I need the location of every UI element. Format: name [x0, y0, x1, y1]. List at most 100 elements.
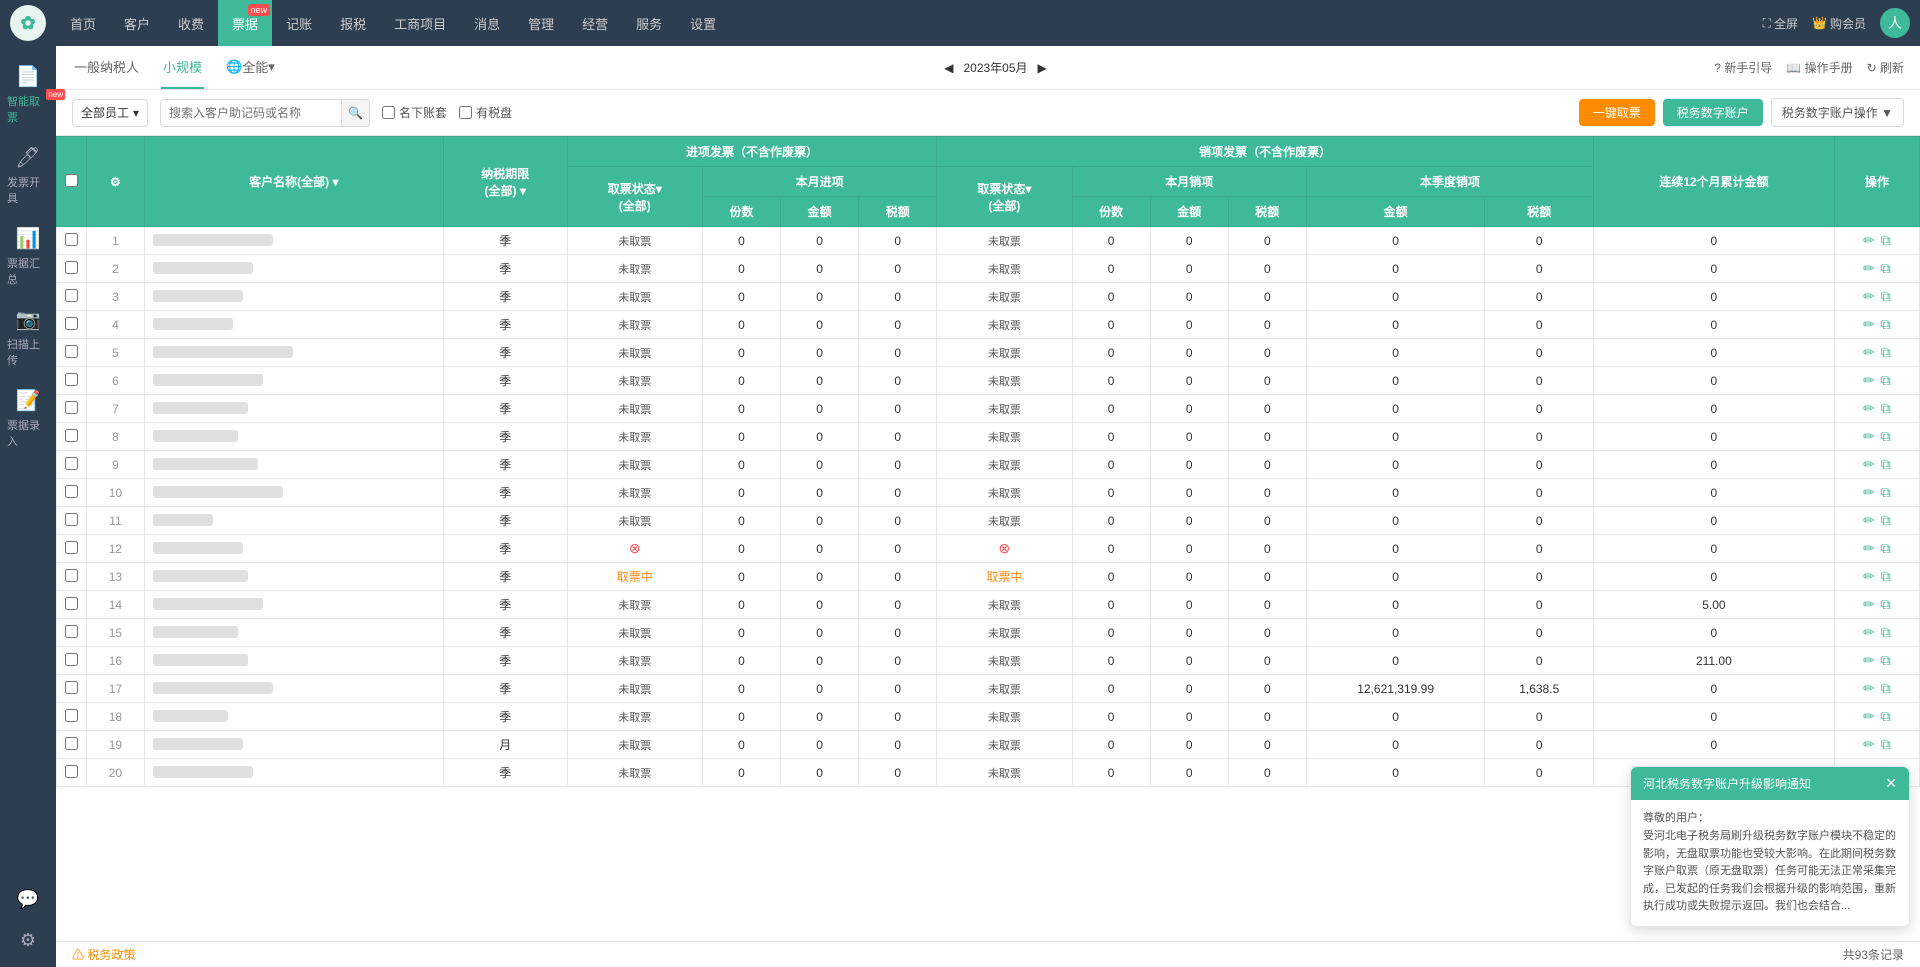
row-select-checkbox[interactable] — [65, 597, 78, 610]
copy-icon[interactable]: ⧉ — [1881, 624, 1891, 641]
col-checkbox[interactable] — [57, 137, 87, 227]
row-select-checkbox[interactable] — [65, 569, 78, 582]
edit-icon[interactable]: ✏ — [1863, 260, 1875, 277]
row-checkbox[interactable] — [57, 339, 87, 367]
nav-service[interactable]: 服务 — [622, 0, 676, 46]
edit-icon[interactable]: ✏ — [1863, 344, 1875, 361]
copy-icon[interactable]: ⧉ — [1881, 456, 1891, 473]
copy-icon[interactable]: ⧉ — [1881, 316, 1891, 333]
vip-btn[interactable]: 👑 购会员 — [1812, 15, 1866, 32]
nav-manage[interactable]: 管理 — [514, 0, 568, 46]
edit-icon[interactable]: ✏ — [1863, 372, 1875, 389]
row-select-checkbox[interactable] — [65, 401, 78, 414]
manual-btn[interactable]: 📖 操作手册 — [1786, 59, 1852, 76]
sidebar-item-summary[interactable]: 📊 票据汇总 — [3, 218, 53, 295]
row-checkbox[interactable] — [57, 311, 87, 339]
row-select-checkbox[interactable] — [65, 261, 78, 274]
edit-icon[interactable]: ✏ — [1863, 708, 1875, 725]
nav-home[interactable]: 首页 — [56, 0, 110, 46]
edit-icon[interactable]: ✏ — [1863, 736, 1875, 753]
sidebar-bottom-icon1[interactable]: 💬 — [11, 883, 45, 916]
tab-general-taxpayer[interactable]: 一般纳税人 — [72, 47, 141, 89]
row-select-checkbox[interactable] — [65, 513, 78, 526]
row-select-checkbox[interactable] — [65, 317, 78, 330]
sidebar-item-entry[interactable]: 📝 票据录入 — [3, 380, 53, 457]
nav-business[interactable]: 工商项目 — [380, 0, 460, 46]
nav-client[interactable]: 客户 — [110, 0, 164, 46]
row-select-checkbox[interactable] — [65, 373, 78, 386]
row-select-checkbox[interactable] — [65, 345, 78, 358]
copy-icon[interactable]: ⧉ — [1881, 512, 1891, 529]
row-select-checkbox[interactable] — [65, 485, 78, 498]
copy-icon[interactable]: ⧉ — [1881, 652, 1891, 669]
fullscreen-btn[interactable]: ⛶ 全屏 — [1763, 15, 1798, 32]
copy-icon[interactable]: ⧉ — [1881, 540, 1891, 557]
tax-disk-checkbox[interactable] — [459, 106, 472, 119]
guide-btn[interactable]: ? 新手引导 — [1714, 59, 1772, 76]
col-in-status[interactable]: 取票状态▾(全部) — [567, 167, 702, 227]
tax-account-ops-btn[interactable]: 税务数字账户操作 ▼ — [1771, 98, 1904, 127]
row-select-checkbox[interactable] — [65, 737, 78, 750]
nav-accounting[interactable]: 记账 — [272, 0, 326, 46]
sidebar-item-scan[interactable]: 📷 扫描上传 — [3, 299, 53, 376]
row-checkbox[interactable] — [57, 423, 87, 451]
copy-icon[interactable]: ⧉ — [1881, 400, 1891, 417]
col-settings[interactable]: ⚙ — [87, 137, 145, 227]
edit-icon[interactable]: ✏ — [1863, 288, 1875, 305]
checkbox-sub-account[interactable]: 名下账套 — [382, 104, 447, 121]
sub-account-checkbox[interactable] — [382, 106, 395, 119]
row-checkbox[interactable] — [57, 255, 87, 283]
copy-icon[interactable]: ⧉ — [1881, 428, 1891, 445]
row-checkbox[interactable] — [57, 759, 87, 787]
edit-icon[interactable]: ✏ — [1863, 316, 1875, 333]
edit-icon[interactable]: ✏ — [1863, 428, 1875, 445]
copy-icon[interactable]: ⧉ — [1881, 596, 1891, 613]
row-checkbox[interactable] — [57, 619, 87, 647]
row-select-checkbox[interactable] — [65, 457, 78, 470]
row-checkbox[interactable] — [57, 535, 87, 563]
tab-small-scale[interactable]: 小规模 — [161, 47, 204, 89]
nav-tax[interactable]: 报税 — [326, 0, 380, 46]
edit-icon[interactable]: ✏ — [1863, 680, 1875, 697]
edit-icon[interactable]: ✏ — [1863, 652, 1875, 669]
row-select-checkbox[interactable] — [65, 765, 78, 778]
one-click-invoice-btn[interactable]: 一键取票 — [1579, 99, 1655, 126]
edit-icon[interactable]: ✏ — [1863, 540, 1875, 557]
row-select-checkbox[interactable] — [65, 233, 78, 246]
tax-account-btn[interactable]: 税务数字账户 — [1663, 99, 1763, 126]
nav-settings[interactable]: 设置 — [676, 0, 730, 46]
copy-icon[interactable]: ⧉ — [1881, 372, 1891, 389]
edit-icon[interactable]: ✏ — [1863, 400, 1875, 417]
tax-policy-link[interactable]: ⚠ 税务政策 — [72, 946, 135, 963]
nav-message[interactable]: 消息 — [460, 0, 514, 46]
refresh-btn[interactable]: ↻ 刷新 — [1867, 59, 1904, 76]
employee-select[interactable]: 全部员工 ▾ — [72, 99, 148, 127]
copy-icon[interactable]: ⧉ — [1881, 736, 1891, 753]
edit-icon[interactable]: ✏ — [1863, 484, 1875, 501]
sidebar-bottom-icon2[interactable]: ⚙ — [14, 924, 42, 957]
row-select-checkbox[interactable] — [65, 541, 78, 554]
checkbox-tax-disk[interactable]: 有税盘 — [459, 104, 512, 121]
row-checkbox[interactable] — [57, 647, 87, 675]
next-month-btn[interactable]: ▶ — [1038, 61, 1047, 75]
row-checkbox[interactable] — [57, 507, 87, 535]
sidebar-item-open-invoice[interactable]: 🖊 发票开具 — [3, 137, 53, 214]
row-checkbox[interactable] — [57, 227, 87, 255]
nav-operation[interactable]: 经营 — [568, 0, 622, 46]
row-checkbox[interactable] — [57, 731, 87, 759]
row-checkbox[interactable] — [57, 395, 87, 423]
copy-icon[interactable]: ⧉ — [1881, 260, 1891, 277]
row-select-checkbox[interactable] — [65, 653, 78, 666]
row-checkbox[interactable] — [57, 451, 87, 479]
popup-close-btn[interactable]: ✕ — [1885, 775, 1897, 792]
search-input[interactable] — [161, 106, 341, 120]
row-select-checkbox[interactable] — [65, 429, 78, 442]
edit-icon[interactable]: ✏ — [1863, 624, 1875, 641]
row-select-checkbox[interactable] — [65, 289, 78, 302]
sidebar-item-smart-invoice[interactable]: 📄 智能取票 — [3, 56, 53, 133]
edit-icon[interactable]: ✏ — [1863, 568, 1875, 585]
row-checkbox[interactable] — [57, 703, 87, 731]
copy-icon[interactable]: ⧉ — [1881, 232, 1891, 249]
copy-icon[interactable]: ⧉ — [1881, 708, 1891, 725]
col-tax-period[interactable]: 纳税期限(全部) ▾ — [443, 137, 567, 227]
